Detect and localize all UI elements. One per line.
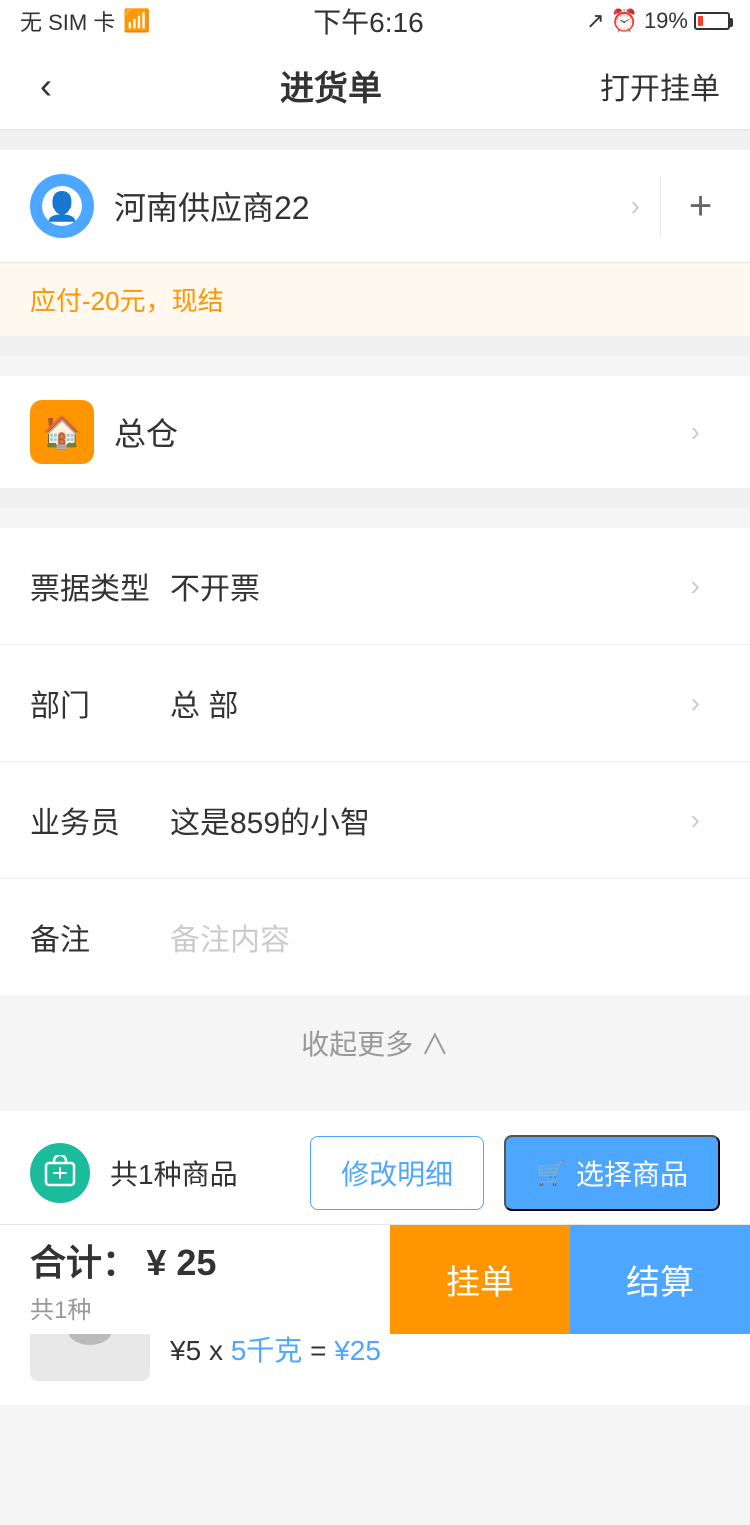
battery-icon: [694, 12, 730, 30]
add-supplier-button[interactable]: +: [660, 176, 720, 236]
price-x: x: [209, 1335, 231, 1366]
bottom-bar: 合计： ¥ 25 共1种 挂单 结算: [0, 1224, 750, 1334]
quantity-value: 5千克: [231, 1335, 303, 1366]
total-sub: 共1种: [30, 1290, 360, 1325]
page-title: 进货单: [280, 61, 382, 110]
bottom-total: 合计： ¥ 25 共1种: [0, 1225, 390, 1334]
product-price: ¥5 x 5千克 = ¥25: [170, 1329, 648, 1369]
total-amount: ¥ 25: [146, 1242, 216, 1283]
warehouse-row[interactable]: 🏠 总仓 ›: [0, 376, 750, 488]
modify-detail-button[interactable]: 修改明细: [310, 1136, 484, 1210]
salesperson-arrow-icon: ›: [691, 804, 700, 836]
carrier-text: 无 SIM 卡: [20, 5, 115, 37]
total-value: ¥25: [334, 1335, 381, 1366]
separator-3: [0, 488, 750, 508]
status-right: ↗ ⏰ 19%: [586, 8, 730, 34]
department-label: 部门: [30, 681, 170, 725]
battery-text: 19%: [644, 8, 688, 34]
bottom-spacer: [0, 1405, 750, 1525]
collapse-row[interactable]: 收起更多 ∧: [0, 995, 750, 1091]
hang-button[interactable]: 挂单: [390, 1225, 570, 1334]
ticket-type-label: 票据类型: [30, 564, 170, 608]
ticket-type-row[interactable]: 票据类型 不开票 ›: [0, 528, 750, 645]
nav-bar: ‹ 进货单 打开挂单: [0, 42, 750, 130]
separator-1: [0, 130, 750, 150]
checkout-button[interactable]: 结算: [570, 1225, 750, 1334]
department-value: 总 部: [170, 681, 691, 725]
back-button[interactable]: ‹: [30, 55, 62, 117]
form-section: 票据类型 不开票 › 部门 总 部 › 业务员 这是859的小智 › 备注 备注…: [0, 528, 750, 995]
department-row[interactable]: 部门 总 部 ›: [0, 645, 750, 762]
total-main: 合计： ¥ 25: [30, 1234, 360, 1286]
avatar-icon: [42, 186, 82, 226]
salesperson-value: 这是859的小智: [170, 798, 691, 842]
alarm-icon: ⏰: [611, 8, 638, 34]
collapse-text: 收起更多 ∧: [301, 1023, 449, 1063]
supplier-notice: 应付-20元，现结: [0, 263, 750, 336]
select-product-icon: 🛒: [536, 1159, 566, 1188]
equals-sign: =: [310, 1335, 334, 1366]
wifi-icon: 📶: [123, 8, 150, 34]
remark-input[interactable]: 备注内容: [170, 915, 720, 959]
supplier-name: 河南供应商22: [114, 183, 631, 229]
status-time: 下午6:16: [313, 1, 424, 41]
salesperson-label: 业务员: [30, 798, 170, 842]
status-bar: 无 SIM 卡 📶 下午6:16 ↗ ⏰ 19%: [0, 0, 750, 42]
product-count: 共1种商品: [110, 1153, 290, 1193]
open-hang-button[interactable]: 打开挂单: [600, 64, 720, 108]
product-header: 共1种商品 修改明细 🛒 选择商品: [0, 1111, 750, 1235]
supplier-avatar: [30, 174, 94, 238]
total-label: 合计：: [30, 1242, 138, 1283]
supplier-arrow-icon: ›: [631, 190, 640, 222]
warehouse-icon: 🏠: [30, 400, 94, 464]
location-icon: ↗: [586, 8, 604, 34]
price-value: ¥5: [170, 1335, 201, 1366]
ticket-type-arrow-icon: ›: [691, 570, 700, 602]
supplier-section: 河南供应商22 › + 应付-20元，现结: [0, 150, 750, 336]
separator-2: [0, 336, 750, 356]
warehouse-name: 总仓: [114, 409, 691, 455]
ticket-type-value: 不开票: [170, 564, 691, 608]
status-left: 无 SIM 卡 📶: [20, 5, 151, 37]
select-product-label: 选择商品: [576, 1153, 688, 1193]
remark-row[interactable]: 备注 备注内容: [0, 879, 750, 995]
remark-label: 备注: [30, 915, 170, 959]
department-arrow-icon: ›: [691, 687, 700, 719]
warehouse-arrow-icon: ›: [691, 416, 700, 448]
product-icon: [30, 1143, 90, 1203]
salesperson-row[interactable]: 业务员 这是859的小智 ›: [0, 762, 750, 879]
select-product-button[interactable]: 🛒 选择商品: [504, 1135, 720, 1211]
supplier-row[interactable]: 河南供应商22 › +: [0, 150, 750, 263]
